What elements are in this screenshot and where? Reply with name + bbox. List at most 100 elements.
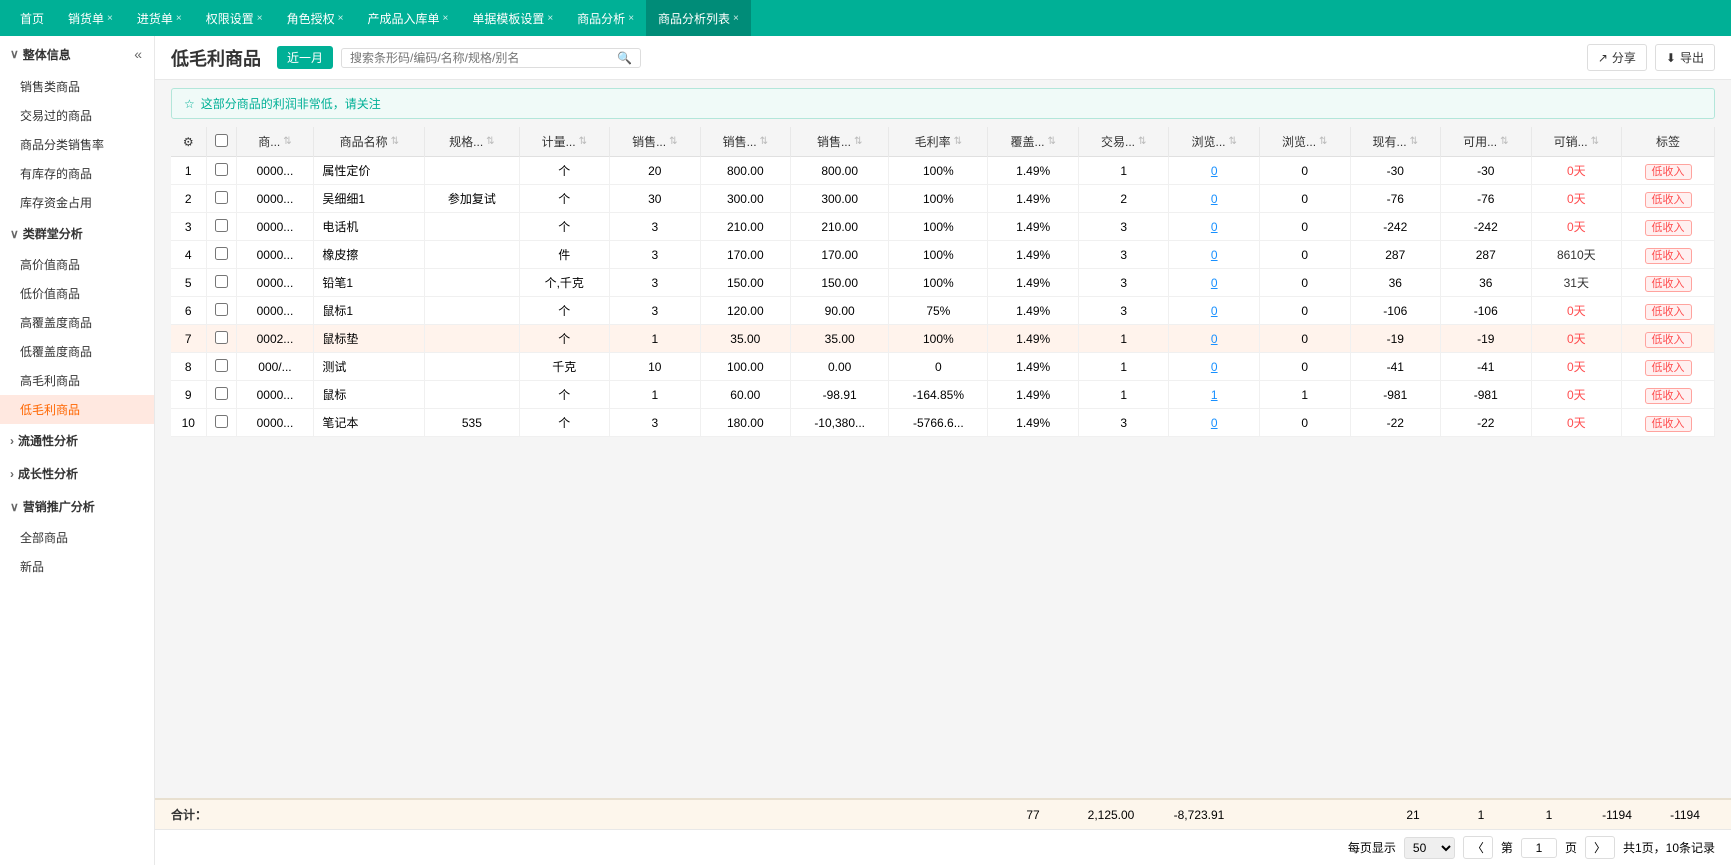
sort-browse2-icon[interactable]: ⇅ [1319, 136, 1327, 147]
sidebar-item-sales-goods[interactable]: 销售类商品 [0, 72, 154, 101]
browse1-link[interactable]: 0 [1211, 248, 1218, 262]
export-button[interactable]: ⬇ 导出 [1655, 44, 1715, 71]
nav-close-role[interactable]: × [338, 13, 344, 24]
nav-role-auth[interactable]: 角色授权 × [275, 0, 356, 36]
nav-permission[interactable]: 权限设置 × [194, 0, 275, 36]
row-browse1[interactable]: 0 [1169, 269, 1260, 297]
nav-close-finished[interactable]: × [442, 13, 448, 24]
nav-close-sales[interactable]: × [107, 13, 113, 24]
browse1-link[interactable]: 0 [1211, 164, 1218, 178]
row-browse1[interactable]: 0 [1169, 325, 1260, 353]
sidebar-collapse-overall[interactable]: « [132, 44, 144, 64]
sort-spec-icon[interactable]: ⇅ [486, 136, 494, 147]
nav-home[interactable]: 首页 [8, 0, 56, 36]
sort-available-icon[interactable]: ⇅ [1500, 136, 1508, 147]
sidebar-item-low-margin[interactable]: 低毛利商品 [0, 395, 154, 424]
per-page-select[interactable]: 50 20 100 [1404, 837, 1455, 859]
sort-code-icon[interactable]: ⇅ [283, 136, 291, 147]
row-browse1[interactable]: 1 [1169, 381, 1260, 409]
sort-browse1-icon[interactable]: ⇅ [1229, 136, 1237, 147]
date-filter-button[interactable]: 近一月 [277, 46, 333, 69]
sidebar-item-high-coverage[interactable]: 高覆盖度商品 [0, 308, 154, 337]
row-tag: 低收入 [1622, 297, 1715, 325]
sort-sales-amount-icon[interactable]: ⇅ [854, 136, 862, 147]
nav-close-permission[interactable]: × [257, 13, 263, 24]
nav-goods-analysis[interactable]: 商品分析 × [565, 0, 646, 36]
sidebar-group-marketing[interactable]: ∨ 营销推广分析 [0, 490, 154, 523]
browse1-link[interactable]: 0 [1211, 220, 1218, 234]
row-browse1[interactable]: 0 [1169, 353, 1260, 381]
browse1-link[interactable]: 0 [1211, 304, 1218, 318]
sort-name-icon[interactable]: ⇅ [391, 136, 399, 147]
prev-page-button[interactable]: 〈 [1463, 836, 1493, 859]
col-checkbox-header[interactable] [206, 127, 236, 157]
row-checkbox[interactable] [206, 157, 236, 185]
row-checkbox[interactable] [206, 381, 236, 409]
share-button[interactable]: ↗ 分享 [1587, 44, 1647, 71]
row-browse1[interactable]: 0 [1169, 213, 1260, 241]
sidebar-group-overall[interactable]: ∨ 整体信息 « [0, 36, 154, 72]
sort-current-icon[interactable]: ⇅ [1410, 136, 1418, 147]
row-browse1[interactable]: 0 [1169, 241, 1260, 269]
sidebar-item-low-value[interactable]: 低价值商品 [0, 279, 154, 308]
browse1-link[interactable]: 1 [1211, 388, 1218, 402]
sort-sales-qty-icon[interactable]: ⇅ [669, 136, 677, 147]
browse1-link[interactable]: 0 [1211, 192, 1218, 206]
sidebar-item-traded-goods[interactable]: 交易过的商品 [0, 101, 154, 130]
sidebar-item-category-rate[interactable]: 商品分类销售率 [0, 130, 154, 159]
col-setting[interactable]: ⚙ [171, 127, 206, 157]
search-input[interactable] [350, 51, 617, 65]
row-browse1[interactable]: 0 [1169, 185, 1260, 213]
sidebar-item-low-coverage[interactable]: 低覆盖度商品 [0, 337, 154, 366]
nav-close-purchase[interactable]: × [176, 13, 182, 24]
sort-sales-price-icon[interactable]: ⇅ [760, 136, 768, 147]
row-checkbox[interactable] [206, 409, 236, 437]
sidebar-item-stocked-goods[interactable]: 有库存的商品 [0, 159, 154, 188]
sort-unit-icon[interactable]: ⇅ [579, 136, 587, 147]
search-icon[interactable]: 🔍 [617, 51, 632, 65]
row-checkbox[interactable] [206, 353, 236, 381]
row-name: 鼠标1 [314, 297, 425, 325]
sidebar-item-high-margin[interactable]: 高毛利商品 [0, 366, 154, 395]
nav-close-template[interactable]: × [547, 13, 553, 24]
nav-purchase-order[interactable]: 进货单 × [125, 0, 194, 36]
sidebar-item-stock-capital[interactable]: 库存资金占用 [0, 188, 154, 217]
sidebar-group-cluster[interactable]: ∨ 类群堂分析 [0, 217, 154, 250]
sort-sellable-icon[interactable]: ⇅ [1591, 136, 1599, 147]
row-checkbox[interactable] [206, 241, 236, 269]
sort-trade-icon[interactable]: ⇅ [1138, 136, 1146, 147]
browse1-link[interactable]: 0 [1211, 360, 1218, 374]
warning-text: 这部分商品的利润非常低，请关注 [201, 95, 381, 112]
row-checkbox[interactable] [206, 269, 236, 297]
next-page-button[interactable]: 〉 [1585, 836, 1615, 859]
nav-finished-goods[interactable]: 产成品入库单 × [355, 0, 460, 36]
nav-sales-order[interactable]: 销货单 × [56, 0, 125, 36]
sidebar-group-flow[interactable]: › 流通性分析 [0, 424, 154, 457]
row-unit: 千克 [519, 353, 610, 381]
row-name: 属性定价 [314, 157, 425, 185]
sort-coverage-icon[interactable]: ⇅ [1048, 136, 1056, 147]
sidebar-item-new-goods[interactable]: 新品 [0, 552, 154, 581]
nav-close-goods-analysis[interactable]: × [628, 13, 634, 24]
sidebar-item-high-value[interactable]: 高价值商品 [0, 250, 154, 279]
row-num: 8 [171, 353, 206, 381]
nav-close-goods-list[interactable]: × [733, 13, 739, 24]
browse1-link[interactable]: 0 [1211, 416, 1218, 430]
select-all-checkbox[interactable] [215, 134, 228, 147]
row-browse1[interactable]: 0 [1169, 409, 1260, 437]
row-checkbox[interactable] [206, 185, 236, 213]
browse1-link[interactable]: 0 [1211, 276, 1218, 290]
row-current: 36 [1350, 269, 1441, 297]
sidebar-item-all-goods[interactable]: 全部商品 [0, 523, 154, 552]
sort-gross-icon[interactable]: ⇅ [954, 136, 962, 147]
row-browse1[interactable]: 0 [1169, 297, 1260, 325]
page-input[interactable] [1521, 838, 1557, 858]
browse1-link[interactable]: 0 [1211, 332, 1218, 346]
nav-goods-analysis-list[interactable]: 商品分析列表 × [646, 0, 751, 36]
row-checkbox[interactable] [206, 213, 236, 241]
sidebar-group-growth[interactable]: › 成长性分析 [0, 457, 154, 490]
row-checkbox[interactable] [206, 325, 236, 353]
row-checkbox[interactable] [206, 297, 236, 325]
nav-template-setting[interactable]: 单据模板设置 × [460, 0, 565, 36]
row-browse1[interactable]: 0 [1169, 157, 1260, 185]
